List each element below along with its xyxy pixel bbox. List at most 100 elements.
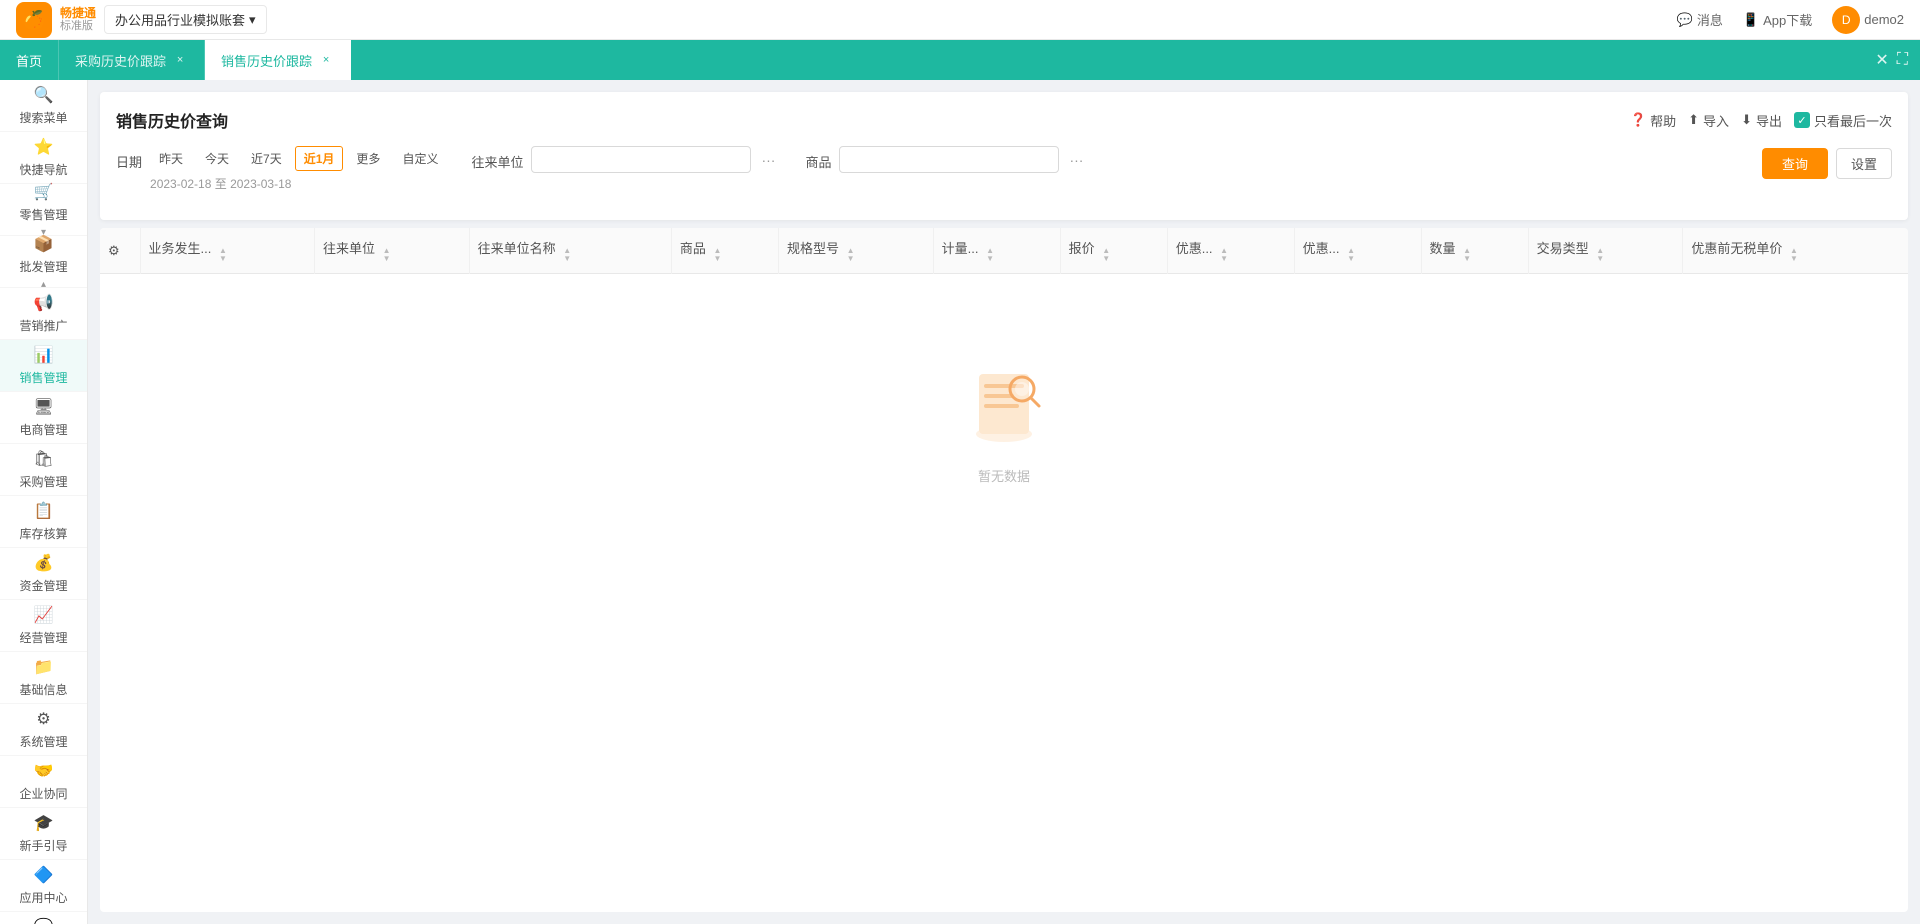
sidebar-shortcuts-label: 快捷导航 xyxy=(19,161,67,178)
table-col-counterparty-code[interactable]: 往来单位 ▲ ▼ xyxy=(314,228,469,274)
sort-arrows-trade-type: ▲ ▼ xyxy=(1596,247,1604,263)
counterparty-input[interactable] xyxy=(531,146,751,173)
sidebar-item-wechat[interactable]: 💬 企业微信 xyxy=(0,912,87,924)
help-label: 帮助 xyxy=(1650,111,1676,130)
sidebar-item-shortcuts[interactable]: ⭐ 快捷导航 xyxy=(0,132,87,184)
product-dots[interactable]: ··· xyxy=(1063,148,1089,172)
table-col-business-date[interactable]: 业务发生... ▲ ▼ xyxy=(140,228,314,274)
table-col-spec[interactable]: 规格型号 ▲ ▼ xyxy=(779,228,934,274)
sidebar-item-finance[interactable]: 💰 资金管理 xyxy=(0,548,87,600)
sales-icon: 📊 xyxy=(34,345,54,365)
tab-purchase-history[interactable]: 采购历史价跟踪 × xyxy=(59,40,205,80)
app-download-action[interactable]: 📱 App下载 xyxy=(1743,10,1812,29)
inventory-icon: 📋 xyxy=(34,501,54,521)
sidebar-item-guide[interactable]: 🎓 新手引导 xyxy=(0,808,87,860)
sort-arrows-quoted-price: ▲ ▼ xyxy=(1102,247,1110,263)
table-col-quantity[interactable]: 数量 ▲ ▼ xyxy=(1421,228,1528,274)
table-col-unit[interactable]: 计量... ▲ ▼ xyxy=(933,228,1060,274)
sidebar-search-label: 搜索菜单 xyxy=(19,109,67,126)
download-icon: 📱 xyxy=(1743,12,1759,28)
avatar: D xyxy=(1832,6,1860,34)
fullscreen-icon[interactable]: ⛶ xyxy=(1897,51,1908,69)
search-icon: 🔍 xyxy=(34,85,54,105)
wechat-icon: 💬 xyxy=(34,917,54,924)
sidebar-item-appstore[interactable]: 🔷 应用中心 xyxy=(0,860,87,912)
sidebar-wholesale-label: 批发管理 xyxy=(19,258,67,275)
basic-icon: 📁 xyxy=(34,657,54,677)
tab-purchase-close-icon[interactable]: × xyxy=(172,52,188,68)
sidebar-item-ecommerce[interactable]: 🖥 电商管理 xyxy=(0,392,87,444)
content-area: 销售历史价查询 ❓ 帮助 ⬆ 导入 ⬇ 导出 ✓ xyxy=(88,80,1920,924)
brand-version: 标准版 xyxy=(60,20,96,33)
only-last-label: 只看最后一次 xyxy=(1814,111,1892,130)
table-col-discount1[interactable]: 优惠... ▲ ▼ xyxy=(1167,228,1294,274)
tab-home[interactable]: 首页 xyxy=(0,40,59,80)
table-header-row: ⚙ 业务发生... ▲ ▼ 往来单位 ▲ xyxy=(100,228,1908,274)
sidebar-item-purchase[interactable]: 🛍 采购管理 xyxy=(0,444,87,496)
table-col-discount2[interactable]: 优惠... ▲ ▼ xyxy=(1294,228,1421,274)
date-btn-custom[interactable]: 自定义 xyxy=(393,146,447,171)
table-col-trade-type[interactable]: 交易类型 ▲ ▼ xyxy=(1528,228,1683,274)
counterparty-input-group: ··· xyxy=(531,146,781,173)
sidebar-item-sales[interactable]: 📊 销售管理 xyxy=(0,340,87,392)
table-col-settings[interactable]: ⚙ xyxy=(100,228,140,274)
date-btn-today[interactable]: 今天 xyxy=(196,146,238,171)
close-all-tabs-icon[interactable]: ✕ xyxy=(1875,50,1888,70)
sidebar-appstore-label: 应用中心 xyxy=(19,889,67,906)
tab-sales-history[interactable]: 销售历史价跟踪 × xyxy=(205,40,351,80)
sidebar-ecommerce-label: 电商管理 xyxy=(19,421,67,438)
table-col-pre-tax-price[interactable]: 优惠前无税单价 ▲ ▼ xyxy=(1683,228,1908,274)
export-action[interactable]: ⬇ 导出 xyxy=(1741,111,1782,130)
empty-svg-icon xyxy=(954,354,1054,454)
only-last-toggle[interactable]: ✓ 只看最后一次 xyxy=(1794,111,1892,130)
table-header: ⚙ 业务发生... ▲ ▼ 往来单位 ▲ xyxy=(100,228,1908,274)
app-selector[interactable]: 办公用品行业模拟账套 ▾ xyxy=(104,5,267,34)
date-btn-yesterday[interactable]: 昨天 xyxy=(150,146,192,171)
setting-button[interactable]: 设置 xyxy=(1836,148,1892,179)
date-range-text: 2023-02-18 至 2023-03-18 xyxy=(150,175,447,192)
sidebar-item-search[interactable]: 🔍 搜索菜单 xyxy=(0,80,87,132)
system-icon: ⚙ xyxy=(36,709,50,729)
message-action[interactable]: 💬 消息 xyxy=(1677,10,1723,29)
counterparty-label: 往来单位 xyxy=(471,152,523,171)
sidebar-item-system[interactable]: ⚙ 系统管理 xyxy=(0,704,87,756)
sidebar-item-retail[interactable]: 🛒 零售管理 ▾ xyxy=(0,184,87,236)
date-options: 昨天 今天 近7天 近1月 更多 自定义 2023-02-18 至 2023-0… xyxy=(150,146,447,192)
sort-arrows-counterparty-name: ▲ ▼ xyxy=(563,247,571,263)
sort-arrows-product: ▲ ▼ xyxy=(714,247,722,263)
logo-icon: 🍊 xyxy=(23,11,45,29)
sidebar-item-wholesale[interactable]: 📦 批发管理 ▴ xyxy=(0,236,87,288)
table-col-counterparty-name[interactable]: 往来单位名称 ▲ ▼ xyxy=(469,228,671,274)
date-filter-group: 日期 昨天 今天 近7天 近1月 更多 自定义 2023-02-18 至 202… xyxy=(116,146,447,192)
sidebar-item-enterprise[interactable]: 🤝 企业协同 xyxy=(0,756,87,808)
product-label: 商品 xyxy=(805,152,831,171)
user-action[interactable]: D demo2 xyxy=(1832,6,1904,34)
app-download-label: App下载 xyxy=(1763,10,1812,29)
sort-arrows-quantity: ▲ ▼ xyxy=(1463,247,1471,263)
retail-icon: 🛒 xyxy=(34,182,54,202)
import-action[interactable]: ⬆ 导入 xyxy=(1688,111,1729,130)
sidebar-finance-label: 资金管理 xyxy=(19,577,67,594)
date-btn-7days[interactable]: 近7天 xyxy=(242,146,291,171)
sidebar-item-marketing[interactable]: 📢 营销推广 xyxy=(0,288,87,340)
counterparty-dots[interactable]: ··· xyxy=(755,148,781,172)
date-btn-1month[interactable]: 近1月 xyxy=(295,146,344,171)
date-btn-more[interactable]: 更多 xyxy=(347,146,389,171)
tab-sales-close-icon[interactable]: × xyxy=(318,52,334,68)
help-action[interactable]: ❓ 帮助 xyxy=(1630,111,1676,130)
product-input[interactable] xyxy=(839,146,1059,173)
sidebar: 🔍 搜索菜单 ⭐ 快捷导航 🛒 零售管理 ▾ 📦 批发管理 ▴ 📢 营销推广 📊… xyxy=(0,80,88,924)
tab-sales-history-label: 销售历史价跟踪 xyxy=(221,51,312,70)
query-button[interactable]: 查询 xyxy=(1762,148,1828,179)
page-title-row: 销售历史价查询 ❓ 帮助 ⬆ 导入 ⬇ 导出 ✓ xyxy=(116,108,1892,132)
export-icon: ⬇ xyxy=(1741,112,1752,128)
sidebar-item-inventory[interactable]: 📋 库存核算 xyxy=(0,496,87,548)
sidebar-item-operations[interactable]: 📈 经营管理 xyxy=(0,600,87,652)
sidebar-item-basic[interactable]: 📁 基础信息 xyxy=(0,652,87,704)
sidebar-basic-label: 基础信息 xyxy=(19,681,67,698)
tab-bar: 首页 采购历史价跟踪 × 销售历史价跟踪 × ✕ ⛶ xyxy=(0,40,1920,80)
table-col-quoted-price[interactable]: 报价 ▲ ▼ xyxy=(1060,228,1167,274)
username-label: demo2 xyxy=(1864,12,1904,27)
table-col-product[interactable]: 商品 ▲ ▼ xyxy=(671,228,778,274)
message-label: 消息 xyxy=(1697,10,1723,29)
